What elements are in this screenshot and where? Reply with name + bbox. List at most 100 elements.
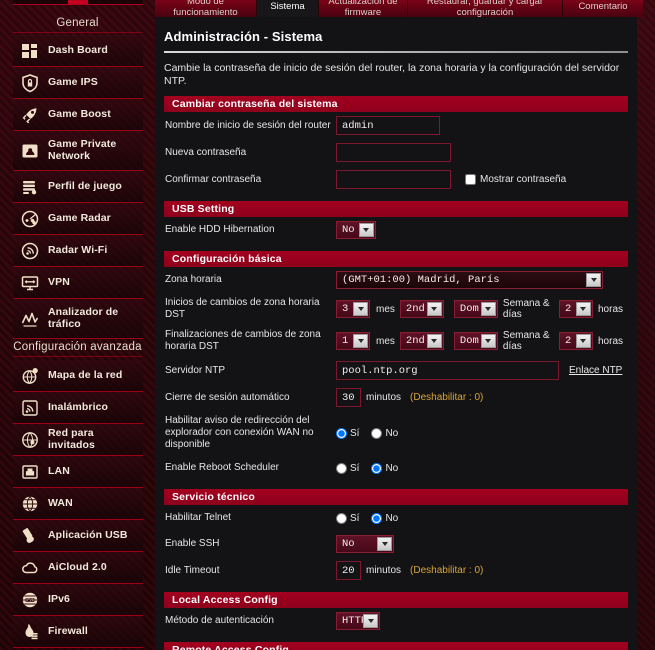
row-auth-method: Método de autenticación HTTP — [164, 608, 628, 634]
dst-start-hour-select[interactable]: 2 — [558, 300, 593, 318]
dst-end-day-select[interactable]: Dom — [453, 332, 498, 350]
sidebar-item-wan[interactable]: WAN — [13, 488, 143, 520]
redirect-notice-yes-input[interactable] — [336, 427, 347, 439]
tab-sistema[interactable]: Sistema — [257, 0, 319, 17]
sidebar-item-inalambrico[interactable]: Inalámbrico — [13, 392, 143, 424]
sidebar-item-label: Game Radar — [48, 211, 111, 224]
chevron-down-icon — [353, 302, 368, 316]
row-new-password: Nueva contraseña — [164, 139, 628, 166]
tab-restaurar-guardar-cargar[interactable]: Restaurar, guardar y cargar configuració… — [408, 0, 563, 17]
hdd-hibernation-label: Enable HDD Hibernation — [165, 224, 275, 235]
sidebar-item-radar-wifi[interactable]: Radar Wi-Fi — [13, 235, 143, 267]
idle-timeout-hint: (Deshabilitar : 0) — [410, 565, 484, 576]
ipv6-globe-icon: IPV6 — [19, 589, 41, 611]
row-ntp-server: Servidor NTP Enlace NTP — [164, 357, 628, 384]
redirect-notice-no-label: No — [385, 427, 399, 439]
tab-comentario[interactable]: Comentario — [563, 0, 643, 17]
sidebar-top-divider — [13, 0, 143, 5]
redirect-notice-radio-group[interactable]: Sí No — [336, 427, 410, 439]
dst-end-week-select[interactable]: 2nd — [399, 332, 444, 350]
hdd-hibernation-select[interactable]: No — [336, 221, 376, 239]
reboot-scheduler-yes[interactable]: Sí — [336, 462, 360, 474]
reboot-scheduler-yes-label: Sí — [350, 462, 360, 474]
idle-timeout-unit: minutos — [366, 565, 402, 576]
sidebar-item-analizador-de-trafico[interactable]: Analizador de tráfico — [13, 299, 143, 339]
show-password-checkbox[interactable]: Mostrar contraseña — [465, 174, 566, 185]
globe-icon — [19, 493, 41, 515]
dst-end-hour-select[interactable]: 2 — [558, 332, 593, 350]
game-profile-icon — [19, 176, 41, 198]
redirect-notice-no[interactable]: No — [371, 427, 399, 439]
sidebar-item-label: Mapa de la red — [48, 368, 123, 381]
telnet-radio-group[interactable]: Sí No — [336, 512, 410, 524]
router-login-label: Nombre de inicio de sesión del router — [165, 119, 331, 131]
ntp-server-input[interactable] — [336, 361, 559, 380]
telnet-no-input[interactable] — [371, 512, 383, 524]
sidebar-item-label: Analizador de tráfico — [48, 306, 119, 330]
chevron-down-icon — [358, 223, 374, 237]
sidebar-item-game-radar[interactable]: Game Radar — [13, 203, 143, 235]
sidebar-item-label: Firewall — [48, 624, 88, 637]
sidebar-item-aicloud[interactable]: AiCloud 2.0 — [13, 552, 143, 584]
dst-start-week-select[interactable]: 2nd — [399, 300, 444, 318]
lan-port-icon — [19, 461, 41, 483]
sidebar-list-advanced: Mapa de la red Inalámbrico Red para invi… — [13, 360, 143, 648]
telnet-yes[interactable]: Sí — [336, 512, 359, 524]
sidebar-item-dash-board[interactable]: Dash Board — [13, 35, 143, 67]
sidebar-item-red-para-invitados[interactable]: Red para invitados — [13, 424, 143, 456]
reboot-scheduler-radio-group[interactable]: Sí No — [336, 462, 410, 474]
ssh-value: No — [342, 538, 355, 550]
dst-end-hour-value: 2 — [564, 335, 572, 347]
router-login-input[interactable] — [336, 116, 440, 135]
sidebar-item-label: Game Boost — [48, 107, 111, 120]
chevron-down-icon — [480, 334, 496, 348]
redirect-notice-yes[interactable]: Sí — [336, 427, 359, 439]
ntp-link[interactable]: Enlace NTP — [569, 365, 622, 376]
sidebar-item-mapa-de-la-red[interactable]: Mapa de la red — [13, 360, 143, 392]
dashboard-icon — [19, 40, 41, 62]
tab-actualizacion-de-firmware[interactable]: Actualización de firmware — [319, 0, 408, 17]
ssh-select[interactable]: No — [336, 535, 394, 553]
dst-start-hour-value: 2 — [564, 303, 572, 315]
confirm-password-input[interactable] — [336, 170, 451, 189]
row-router-login: Nombre de inicio de sesión del router — [164, 112, 628, 139]
reboot-scheduler-no-input[interactable] — [371, 462, 383, 474]
sidebar-item-game-boost[interactable]: Game Boost — [13, 99, 143, 131]
reboot-scheduler-no[interactable]: No — [371, 462, 398, 474]
traffic-analyzer-icon — [19, 308, 41, 330]
show-password-input[interactable] — [465, 174, 476, 185]
sidebar-item-game-ips[interactable]: Game IPS — [13, 67, 143, 99]
auth-method-select[interactable]: HTTP — [336, 612, 380, 630]
auto-logout-unit: minutos — [366, 392, 402, 403]
dst-start-month-select[interactable]: 3 — [336, 300, 370, 318]
timezone-select[interactable]: (GMT+01:00) Madrid, París — [336, 271, 603, 289]
sidebar-item-ipv6[interactable]: IPV6 IPv6 — [13, 584, 143, 616]
dst-end-month-select[interactable]: 1 — [336, 332, 370, 350]
dst-start-week-value: 2nd — [405, 303, 425, 315]
auto-logout-input[interactable] — [336, 388, 361, 407]
chevron-down-icon — [426, 334, 442, 348]
reboot-scheduler-yes-input[interactable] — [336, 462, 347, 474]
sidebar-item-game-private-network[interactable]: Game Private Network — [13, 131, 143, 171]
ntp-server-label: Servidor NTP — [165, 364, 226, 376]
sidebar-item-lan[interactable]: LAN — [13, 456, 143, 488]
chevron-down-icon — [575, 334, 591, 348]
chevron-down-icon — [586, 273, 601, 287]
section-header-service: Servicio técnico — [164, 489, 628, 505]
sidebar-item-perfil-de-juego[interactable]: Perfil de juego — [13, 171, 143, 203]
redirect-notice-no-input[interactable] — [371, 427, 383, 439]
row-reboot-scheduler: Enable Reboot Scheduler Sí No — [164, 455, 628, 481]
telnet-yes-input[interactable] — [336, 512, 347, 524]
dst-start-day-select[interactable]: Dom — [453, 300, 498, 318]
chevron-down-icon — [377, 537, 392, 551]
svg-text:IPV6: IPV6 — [26, 598, 33, 602]
new-password-input[interactable] — [336, 143, 451, 162]
sidebar-item-aplicacion-usb[interactable]: Aplicación USB — [13, 520, 143, 552]
timezone-value: (GMT+01:00) Madrid, París — [342, 274, 500, 286]
page-title: Administración - Sistema — [164, 29, 323, 44]
sidebar-item-vpn[interactable]: VPN — [13, 267, 143, 299]
tab-modo-de-funcionamiento[interactable]: Modo de funcionamiento — [155, 0, 257, 17]
sidebar-item-firewall[interactable]: Firewall — [13, 616, 143, 648]
telnet-no[interactable]: No — [371, 512, 398, 524]
idle-timeout-input[interactable] — [336, 561, 361, 580]
